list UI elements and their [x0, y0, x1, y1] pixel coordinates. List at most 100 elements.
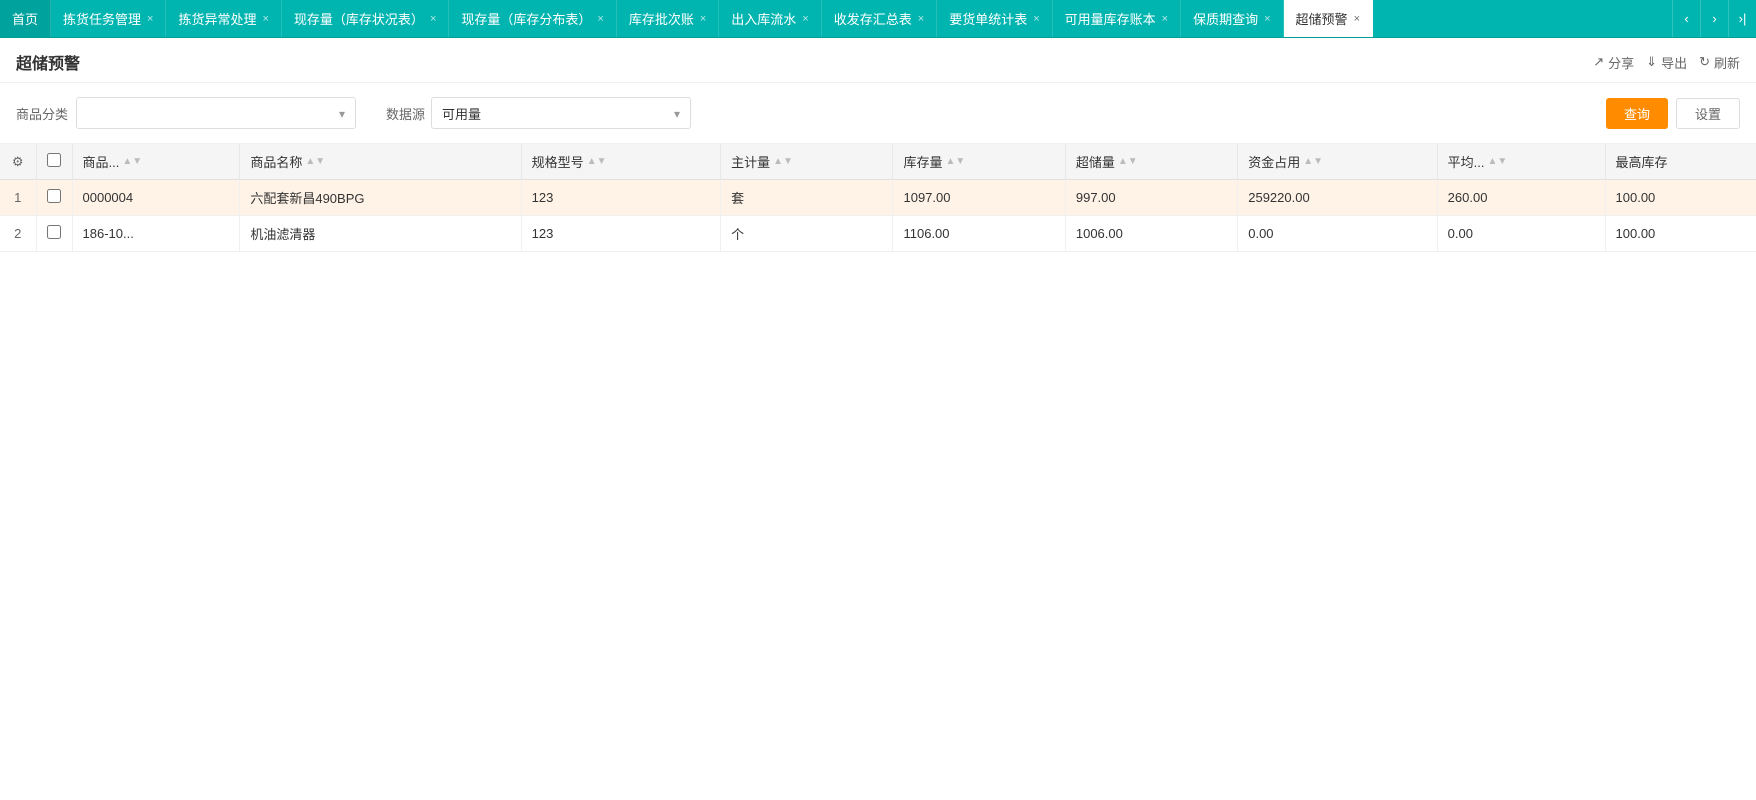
filter-actions: 查询 设置 [1606, 98, 1740, 129]
datasource-select[interactable]: 可用量 [431, 97, 691, 129]
nav-stock-dist[interactable]: 现存量（库存分布表） × [449, 0, 616, 37]
row-avg: 260.00 [1437, 180, 1605, 216]
nav-expiry[interactable]: 保质期查询 × [1181, 0, 1283, 37]
col-overstock[interactable]: 超储量 ▲▼ [1065, 144, 1237, 180]
table-row: 2 186-10... 机油滤清器 123 个 1106.00 1006.00 … [0, 216, 1756, 252]
nav-inout-flow[interactable]: 出入库流水 × [719, 0, 821, 37]
close-pick-task[interactable]: × [147, 13, 153, 25]
nav-summary[interactable]: 收发存汇总表 × [822, 0, 937, 37]
row-stock: 1097.00 [893, 180, 1065, 216]
filter-area: 商品分类 数据源 可用量 查询 设置 [0, 83, 1756, 144]
close-stock-status[interactable]: × [430, 13, 436, 25]
datasource-chevron-icon [674, 106, 680, 121]
close-overstock[interactable]: × [1354, 13, 1360, 25]
row-spec: 123 [521, 180, 720, 216]
nav-next-btn[interactable]: › [1700, 0, 1728, 38]
data-table: ⚙ 商品... ▲▼ 商品名称 ▲▼ [0, 144, 1756, 252]
page-title: 超储预警 [16, 50, 80, 74]
row-product-name: 机油滤清器 [240, 216, 521, 252]
col-product-name[interactable]: 商品名称 ▲▼ [240, 144, 521, 180]
refresh-icon: ↻ [1699, 54, 1710, 70]
page-content: 超储预警 ↗ 分享 ⇓ 导出 ↻ 刷新 商品分类 数据源 [0, 38, 1756, 800]
row-checkbox-cell [36, 216, 72, 252]
sort-stock-icon: ▲▼ [946, 157, 966, 167]
header-actions: ↗ 分享 ⇓ 导出 ↻ 刷新 [1593, 53, 1740, 72]
col-product-code[interactable]: 商品... ▲▼ [72, 144, 240, 180]
page-header: 超储预警 ↗ 分享 ⇓ 导出 ↻ 刷新 [0, 38, 1756, 83]
settings-button[interactable]: 设置 [1676, 98, 1740, 129]
sort-unit-icon: ▲▼ [773, 157, 793, 167]
row-unit: 套 [721, 180, 893, 216]
close-order-stats[interactable]: × [1033, 13, 1039, 25]
close-available-stock[interactable]: × [1162, 13, 1168, 25]
row-unit: 个 [721, 216, 893, 252]
col-unit[interactable]: 主计量 ▲▼ [721, 144, 893, 180]
refresh-button[interactable]: ↻ 刷新 [1699, 53, 1740, 72]
sort-avg-icon: ▲▼ [1488, 157, 1508, 167]
col-capital[interactable]: 资金占用 ▲▼ [1238, 144, 1437, 180]
nav-arrows: ‹ › ›| [1672, 0, 1756, 38]
col-avg[interactable]: 平均... ▲▼ [1437, 144, 1605, 180]
col-checkbox [36, 144, 72, 180]
row-product-code: 186-10... [72, 216, 240, 252]
nav-home[interactable]: 首页 [0, 0, 51, 37]
sort-product-name-icon: ▲▼ [305, 157, 325, 167]
table-wrap: ⚙ 商品... ▲▼ 商品名称 ▲▼ [0, 144, 1756, 252]
table-header-row: ⚙ 商品... ▲▼ 商品名称 ▲▼ [0, 144, 1756, 180]
share-icon: ↗ [1593, 54, 1604, 70]
export-button[interactable]: ⇓ 导出 [1646, 53, 1687, 72]
close-expiry[interactable]: × [1264, 13, 1270, 25]
close-stock-dist[interactable]: × [597, 13, 603, 25]
col-settings[interactable]: ⚙ [0, 144, 36, 180]
nav-more-btn[interactable]: ›| [1728, 0, 1756, 38]
sort-product-code-icon: ▲▼ [122, 157, 142, 167]
row-num: 1 [0, 180, 36, 216]
nav-pick-exception[interactable]: 拣货异常处理 × [166, 0, 281, 37]
row-overstock: 1006.00 [1065, 216, 1237, 252]
row-num: 2 [0, 216, 36, 252]
top-nav: 首页 拣货任务管理 × 拣货异常处理 × 现存量（库存状况表） × 现存量（库存… [0, 0, 1756, 38]
row-capital: 259220.00 [1238, 180, 1437, 216]
row-product-name: 六配套新昌490BPG [240, 180, 521, 216]
row-checkbox-cell [36, 180, 72, 216]
table-row: 1 0000004 六配套新昌490BPG 123 套 1097.00 997.… [0, 180, 1756, 216]
query-button[interactable]: 查询 [1606, 98, 1668, 129]
row-max-stock: 100.00 [1605, 216, 1756, 252]
select-all-checkbox[interactable] [47, 153, 61, 167]
row-avg: 0.00 [1437, 216, 1605, 252]
row-checkbox[interactable] [47, 189, 61, 203]
row-stock: 1106.00 [893, 216, 1065, 252]
row-product-code: 0000004 [72, 180, 240, 216]
nav-overstock[interactable]: 超储预警 × [1284, 0, 1373, 37]
close-batch-account[interactable]: × [700, 13, 706, 25]
datasource-filter: 数据源 可用量 [386, 97, 691, 129]
close-inout-flow[interactable]: × [802, 13, 808, 25]
export-icon: ⇓ [1646, 54, 1657, 70]
col-max-stock: 最高库存 [1605, 144, 1756, 180]
datasource-label: 数据源 [386, 104, 425, 123]
row-max-stock: 100.00 [1605, 180, 1756, 216]
datasource-value: 可用量 [442, 104, 481, 123]
sort-capital-icon: ▲▼ [1303, 157, 1323, 167]
sort-spec-icon: ▲▼ [587, 157, 607, 167]
col-stock[interactable]: 库存量 ▲▼ [893, 144, 1065, 180]
share-button[interactable]: ↗ 分享 [1593, 53, 1634, 72]
col-spec[interactable]: 规格型号 ▲▼ [521, 144, 720, 180]
nav-pick-task[interactable]: 拣货任务管理 × [51, 0, 166, 37]
category-filter: 商品分类 [16, 97, 356, 129]
row-overstock: 997.00 [1065, 180, 1237, 216]
close-summary[interactable]: × [918, 13, 924, 25]
nav-prev-btn[interactable]: ‹ [1672, 0, 1700, 38]
sort-overstock-icon: ▲▼ [1118, 157, 1138, 167]
row-spec: 123 [521, 216, 720, 252]
nav-order-stats[interactable]: 要货单统计表 × [937, 0, 1052, 37]
category-chevron-icon [339, 106, 345, 121]
row-checkbox[interactable] [47, 225, 61, 239]
close-pick-exception[interactable]: × [262, 13, 268, 25]
row-capital: 0.00 [1238, 216, 1437, 252]
category-select[interactable] [76, 97, 356, 129]
category-label: 商品分类 [16, 104, 68, 123]
nav-stock-status[interactable]: 现存量（库存状况表） × [282, 0, 449, 37]
nav-available-stock[interactable]: 可用量库存账本 × [1053, 0, 1181, 37]
nav-batch-account[interactable]: 库存批次账 × [617, 0, 719, 37]
